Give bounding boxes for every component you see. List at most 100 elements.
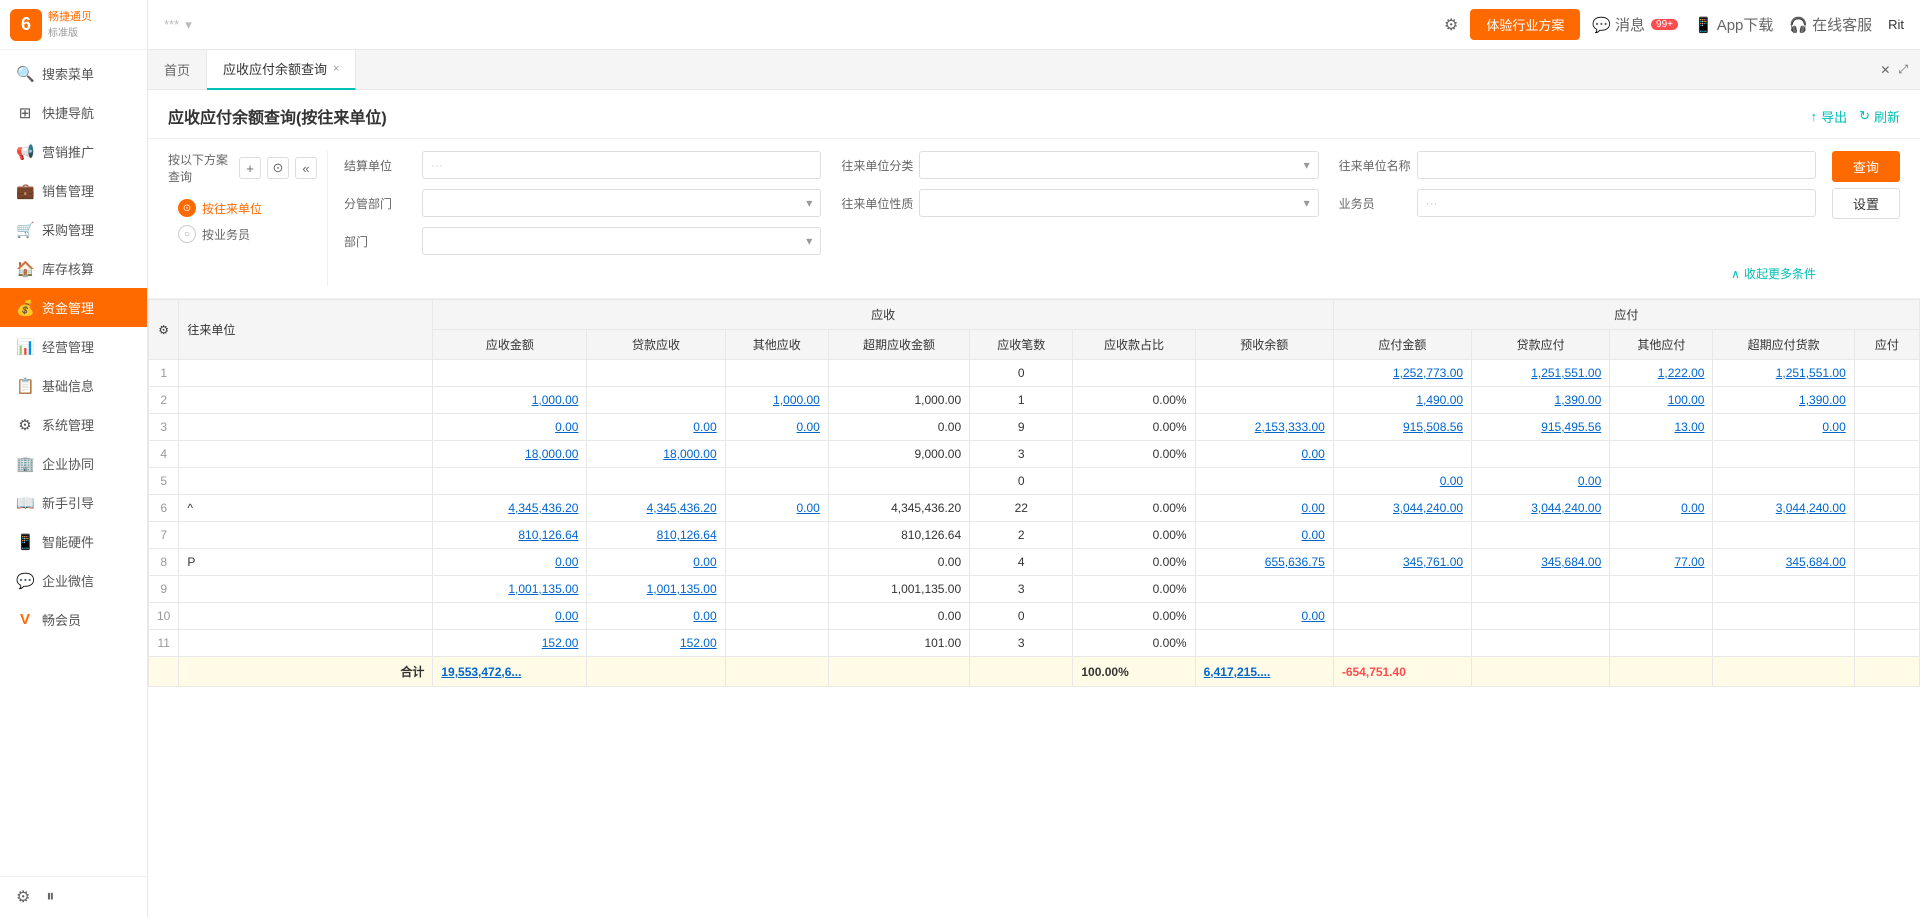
- table-cell[interactable]: 1,251,551.00: [1472, 360, 1610, 387]
- num-link[interactable]: 0.00: [1301, 609, 1324, 623]
- sidebar-item-inventory[interactable]: 🏠 库存核算: [0, 249, 147, 288]
- table-cell[interactable]: 0.00: [1195, 495, 1333, 522]
- collapse-more-btn[interactable]: ∧ 收起更多条件: [344, 261, 1816, 286]
- table-cell[interactable]: [1610, 522, 1713, 549]
- app-download-group[interactable]: 📱 App下载: [1694, 14, 1773, 35]
- table-cell[interactable]: 3,044,240.00: [1472, 495, 1610, 522]
- settings-footer-icon[interactable]: ⚙: [16, 887, 30, 907]
- num-link[interactable]: 1,252,773.00: [1393, 366, 1463, 380]
- num-link[interactable]: 810,126.64: [518, 528, 578, 542]
- sidebar-item-system[interactable]: ⚙ 系统管理: [0, 405, 147, 444]
- table-cell[interactable]: [725, 522, 828, 549]
- table-cell[interactable]: 1,252,773.00: [1333, 360, 1471, 387]
- service-group[interactable]: 🎧 在线客服: [1789, 14, 1872, 35]
- table-cell[interactable]: [1195, 360, 1333, 387]
- sidebar-item-enterprise[interactable]: 🏢 企业协同: [0, 444, 147, 483]
- table-cell[interactable]: 1,001,135.00: [587, 576, 725, 603]
- sidebar-item-sales[interactable]: 💼 销售管理: [0, 171, 147, 210]
- table-cell[interactable]: 152.00: [587, 630, 725, 657]
- table-cell[interactable]: [1472, 576, 1610, 603]
- num-link[interactable]: 18,000.00: [663, 447, 716, 461]
- num-link[interactable]: 0.00: [1301, 528, 1324, 542]
- num-link[interactable]: 4,345,436.20: [647, 501, 717, 515]
- table-cell[interactable]: 0.00: [1472, 468, 1610, 495]
- table-cell[interactable]: 1,390.00: [1472, 387, 1610, 414]
- num-link[interactable]: 2,153,333.00: [1255, 420, 1325, 434]
- num-link[interactable]: 0.00: [693, 609, 716, 623]
- table-cell[interactable]: 345,684.00: [1472, 549, 1610, 576]
- table-cell[interactable]: 13.00: [1610, 414, 1713, 441]
- dept-manage-input[interactable]: ▾: [422, 189, 821, 217]
- table-cell[interactable]: [587, 387, 725, 414]
- table-cell[interactable]: 4,345,436.20: [433, 495, 587, 522]
- table-cell[interactable]: 0.00: [433, 603, 587, 630]
- table-cell[interactable]: [1610, 603, 1713, 630]
- table-cell[interactable]: [1333, 630, 1471, 657]
- sidebar-item-member[interactable]: V 畅会员: [0, 600, 147, 639]
- num-link[interactable]: 13.00: [1674, 420, 1704, 434]
- promo-button[interactable]: 体验行业方案: [1470, 9, 1580, 40]
- partner-name-input[interactable]: [1417, 151, 1816, 179]
- num-link[interactable]: 0.00: [555, 420, 578, 434]
- table-cell[interactable]: 152.00: [433, 630, 587, 657]
- num-link[interactable]: 0.00: [1440, 474, 1463, 488]
- num-link[interactable]: 1,001,135.00: [647, 582, 717, 596]
- partner-cat-input[interactable]: ▾: [919, 151, 1318, 179]
- table-cell[interactable]: 1,390.00: [1713, 387, 1854, 414]
- table-cell[interactable]: 0.00: [1610, 495, 1713, 522]
- table-cell[interactable]: [1472, 522, 1610, 549]
- table-cell[interactable]: 810,126.64: [587, 522, 725, 549]
- table-cell[interactable]: 4,345,436.20: [587, 495, 725, 522]
- tab-close-icon[interactable]: ×: [333, 63, 339, 75]
- table-cell[interactable]: [587, 468, 725, 495]
- table-cell[interactable]: 0.00: [587, 603, 725, 630]
- table-cell[interactable]: 915,495.56: [1472, 414, 1610, 441]
- num-link[interactable]: 915,508.56: [1403, 420, 1463, 434]
- export-button[interactable]: ↑ 导出: [1811, 107, 1848, 126]
- table-cell[interactable]: 0.00: [1333, 468, 1471, 495]
- table-cell[interactable]: 3,044,240.00: [1713, 495, 1854, 522]
- table-cell[interactable]: [725, 441, 828, 468]
- table-cell[interactable]: 77.00: [1610, 549, 1713, 576]
- num-link[interactable]: 1,390.00: [1799, 393, 1846, 407]
- table-cell[interactable]: 0.00: [433, 549, 587, 576]
- table-cell[interactable]: 0.00: [433, 414, 587, 441]
- num-link[interactable]: 0.00: [1301, 447, 1324, 461]
- sidebar-item-search[interactable]: 🔍 搜索菜单: [0, 54, 147, 93]
- table-settings-icon[interactable]: ⚙: [158, 323, 169, 337]
- sidebar-item-base[interactable]: 📋 基础信息: [0, 366, 147, 405]
- table-cell[interactable]: 1,000.00: [725, 387, 828, 414]
- table-cell[interactable]: [433, 468, 587, 495]
- partner-nature-input[interactable]: ▾: [919, 189, 1318, 217]
- table-cell[interactable]: 0.00: [1195, 441, 1333, 468]
- num-link[interactable]: 1,390.00: [1555, 393, 1602, 407]
- num-link[interactable]: 1,251,551.00: [1776, 366, 1846, 380]
- table-cell[interactable]: [1713, 603, 1854, 630]
- sidebar-item-wechat[interactable]: 💬 企业微信: [0, 561, 147, 600]
- table-cell[interactable]: 915,508.56: [1333, 414, 1471, 441]
- scheme-config-btn[interactable]: ⊙: [267, 157, 289, 179]
- num-link[interactable]: 0.00: [1681, 501, 1704, 515]
- num-link[interactable]: 0.00: [1578, 474, 1601, 488]
- user-name[interactable]: Rit: [1888, 17, 1904, 32]
- table-cell[interactable]: 3,044,240.00: [1333, 495, 1471, 522]
- table-cell[interactable]: 1,251,551.00: [1713, 360, 1854, 387]
- table-cell[interactable]: 0.00: [587, 549, 725, 576]
- table-cell[interactable]: [1333, 576, 1471, 603]
- tab-home[interactable]: 首页: [148, 50, 207, 90]
- num-link[interactable]: 655,636.75: [1265, 555, 1325, 569]
- table-cell[interactable]: [1333, 441, 1471, 468]
- sidebar-item-operation[interactable]: 📊 经营管理: [0, 327, 147, 366]
- num-link[interactable]: 1,000.00: [532, 393, 579, 407]
- pause-footer-icon[interactable]: ⏸: [46, 888, 54, 906]
- num-link[interactable]: 0.00: [693, 420, 716, 434]
- sidebar-item-finance[interactable]: 💰 资金管理: [0, 288, 147, 327]
- num-link[interactable]: 0.00: [555, 555, 578, 569]
- table-cell[interactable]: [1333, 603, 1471, 630]
- table-cell[interactable]: 345,761.00: [1333, 549, 1471, 576]
- num-link[interactable]: 0.00: [555, 609, 578, 623]
- num-link[interactable]: 18,000.00: [525, 447, 578, 461]
- table-cell[interactable]: [725, 468, 828, 495]
- table-cell[interactable]: 1,000.00: [433, 387, 587, 414]
- setting-button[interactable]: 设置: [1832, 188, 1900, 219]
